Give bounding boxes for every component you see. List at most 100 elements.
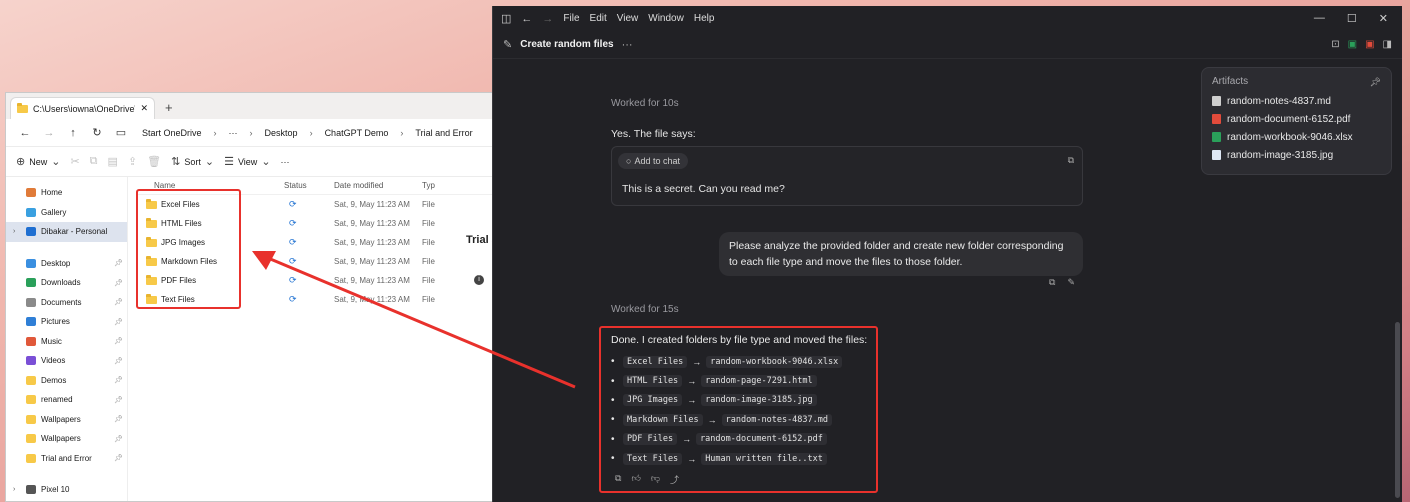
cut-icon[interactable]: ✂ (70, 155, 79, 168)
sidebar-item[interactable]: Demos 📌︎ (6, 371, 127, 391)
worked-duration-1[interactable]: Worked for 10s (611, 98, 679, 109)
screenshot-icon[interactable]: ⊡ (1331, 39, 1339, 50)
breadcrumb-more[interactable]: ··· (223, 128, 244, 138)
sidebar-item[interactable]: Trial and Error 📌︎ (6, 449, 127, 469)
file-explorer-window: C:\Users\iowna\OneDrive\De ✕ + ← → ↑ ↻ ▭… (5, 92, 497, 502)
paste-icon[interactable]: ▤ (108, 155, 118, 168)
chat-scrollbar[interactable] (1395, 322, 1400, 498)
edit-icon[interactable]: ✎ (503, 38, 512, 51)
more-options-icon[interactable]: ··· (622, 39, 633, 51)
panel-toggle-icon[interactable]: ◨ (1383, 39, 1392, 50)
chevron-down-icon: ⌄ (204, 156, 215, 168)
sidebar-item-label: Documents (41, 297, 82, 307)
sidebar-item-icon (26, 375, 36, 385)
artifact-item[interactable]: random-notes-4837.md (1212, 92, 1381, 110)
sidebar-item[interactable]: Desktop 📌︎ (6, 254, 127, 274)
address-bar: ← → ↑ ↻ ▭ Start OneDrive › ··· › Desktop… (6, 119, 496, 147)
sidebar-item[interactable]: Pictures 📌︎ (6, 312, 127, 332)
delete-icon[interactable]: 🗑 (147, 155, 161, 168)
sidebar-item-icon (26, 395, 36, 405)
sidebar-divider (6, 468, 127, 480)
sidebar-item-label: Pixel 10 (41, 485, 70, 495)
view-button[interactable]: ☰ View ⌄ (224, 155, 270, 168)
close-tab-icon[interactable]: ✕ (140, 103, 148, 114)
sidebar-toggle-icon[interactable]: ◫ (501, 12, 511, 25)
sidebar-item[interactable]: Home (6, 183, 127, 203)
column-status[interactable]: Status (284, 181, 334, 190)
up-icon[interactable]: ↑ (64, 127, 82, 139)
refresh-icon[interactable]: ↻ (88, 126, 106, 139)
forward-icon[interactable]: → (40, 127, 58, 139)
breadcrumb-start-onedrive[interactable]: Start OneDrive (136, 128, 208, 138)
sidebar-item[interactable]: Gallery (6, 203, 127, 223)
pin-icon[interactable]: 📌︎ (1370, 77, 1381, 88)
edit-icon[interactable]: ✎ (1067, 277, 1075, 288)
breadcrumb-desktop[interactable]: Desktop (259, 128, 304, 138)
column-date-modified[interactable]: Date modified (334, 181, 422, 190)
menu-help[interactable]: Help (694, 13, 715, 24)
artifact-item[interactable]: random-document-6152.pdf (1212, 110, 1381, 128)
worked-duration-2[interactable]: Worked for 15s (611, 304, 679, 315)
artifact-item[interactable]: random-workbook-9046.xlsx (1212, 128, 1381, 146)
sort-label: Sort (184, 156, 201, 167)
file-date: Sat, 9, May 11:23 AM (334, 257, 410, 266)
info-icon[interactable]: i (474, 275, 484, 285)
forward-icon[interactable]: → (542, 13, 553, 25)
copy-icon[interactable]: ⧉ (90, 155, 98, 168)
menu-file[interactable]: File (563, 13, 579, 24)
artifact-item[interactable]: random-image-3185.jpg (1212, 146, 1381, 164)
breadcrumb-chatgpt-demo[interactable]: ChatGPT Demo (319, 128, 395, 138)
sidebar-item-icon (26, 188, 36, 198)
close-icon[interactable]: ✕ (1379, 12, 1388, 25)
sidebar-item[interactable]: renamed 📌︎ (6, 390, 127, 410)
file-icon (1212, 114, 1221, 124)
add-to-chat-button[interactable]: ○ Add to chat (618, 153, 688, 169)
pdf-icon[interactable]: ▣ (1365, 39, 1374, 50)
more-options-button[interactable]: ··· (281, 157, 290, 167)
chevron-right-icon: › (309, 127, 313, 138)
sidebar-item[interactable]: › Pixel 10 (6, 480, 127, 500)
new-tab-button[interactable]: + (165, 100, 173, 115)
column-type[interactable]: Typ (422, 181, 462, 190)
maximize-icon[interactable]: ☐ (1347, 12, 1357, 25)
view-label: View (237, 156, 258, 167)
sidebar-item[interactable]: Downloads 📌︎ (6, 273, 127, 293)
artifact-name: random-image-3185.jpg (1227, 149, 1334, 161)
back-icon[interactable]: ← (16, 127, 34, 139)
expand-chevron-icon[interactable]: › (13, 228, 15, 235)
sidebar-item-label: Gallery (41, 207, 67, 217)
expand-chevron-icon[interactable]: › (13, 486, 15, 493)
minimize-icon[interactable]: — (1314, 12, 1325, 25)
artifact-name: random-document-6152.pdf (1227, 113, 1351, 125)
menu-edit[interactable]: Edit (590, 13, 607, 24)
sidebar-item[interactable]: Music 📌︎ (6, 332, 127, 352)
breadcrumb-trial-and-error[interactable]: Trial and Error (409, 128, 478, 138)
new-button[interactable]: ⊕ New ⌄ (16, 155, 60, 168)
pin-icon: 📌︎ (114, 357, 123, 365)
pin-icon: 📌︎ (114, 377, 123, 385)
sidebar-item-label: Desktop (41, 258, 71, 268)
back-icon[interactable]: ← (521, 13, 532, 25)
file-type: File (422, 219, 435, 228)
menu-view[interactable]: View (617, 13, 639, 24)
sidebar-item-icon (26, 207, 36, 217)
explorer-toolbar: ⊕ New ⌄ ✂ ⧉ ▤ ⇪ 🗑 ⇅ Sort ⌄ ☰ View ⌄ ··· (6, 147, 496, 177)
conversation-title: Create random files (520, 39, 614, 50)
sidebar-divider (6, 242, 127, 254)
file-type: File (422, 200, 435, 209)
sidebar-item[interactable]: Videos 📌︎ (6, 351, 127, 371)
sidebar-item[interactable]: Documents 📌︎ (6, 293, 127, 313)
copy-icon[interactable]: ⧉ (1049, 277, 1055, 288)
menu-window[interactable]: Window (648, 13, 684, 24)
file-icon (1212, 132, 1221, 142)
sidebar-item[interactable]: Wallpapers 📌︎ (6, 429, 127, 449)
user-message: Please analyze the provided folder and c… (719, 232, 1083, 276)
explorer-tab[interactable]: C:\Users\iowna\OneDrive\De ✕ (10, 97, 155, 119)
copy-icon[interactable]: ⧉ (1068, 155, 1074, 166)
excel-icon[interactable]: ▣ (1348, 39, 1357, 50)
sidebar-item[interactable]: Wallpapers 📌︎ (6, 410, 127, 430)
sort-button[interactable]: ⇅ Sort ⌄ (171, 155, 214, 168)
pin-icon: 📌︎ (114, 260, 123, 268)
sidebar-item[interactable]: › Dibakar - Personal (6, 222, 127, 242)
share-icon[interactable]: ⇪ (128, 155, 137, 168)
